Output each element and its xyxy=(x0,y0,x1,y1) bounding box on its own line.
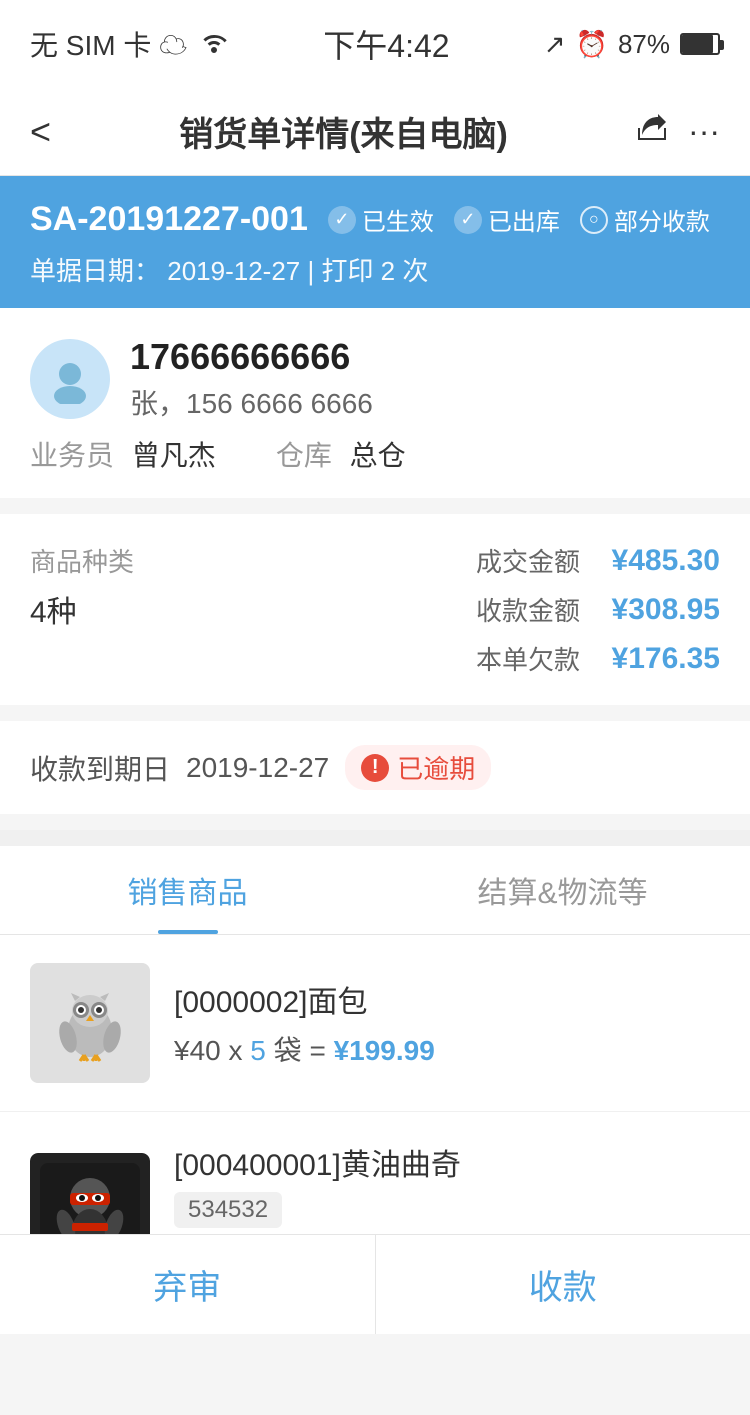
due-section: 收款到期日 2019-12-27 ! 已逾期 xyxy=(0,721,750,814)
product-name-2: [000400001]黄油曲奇 xyxy=(174,1140,720,1184)
badge-activated: ✓ 已生效 xyxy=(328,202,434,237)
overdue-icon: ! xyxy=(361,754,389,782)
order-meta: 单据日期： 2019-12-27 | 打印 2 次 xyxy=(30,251,720,288)
status-bar: 无 SIM 卡 ☁ 下午4:42 ↗ ⏰ 87% xyxy=(0,0,750,88)
product-thumbnail-1 xyxy=(30,963,150,1083)
clock-icon: ○ xyxy=(580,206,608,234)
due-date: 2019-12-27 xyxy=(186,752,329,784)
collect-payment-button[interactable]: 收款 xyxy=(376,1235,750,1334)
nav-actions: ··· xyxy=(636,112,720,152)
list-item: [0000002]面包 ¥40 x 5 袋 = ¥199.99 xyxy=(0,935,750,1112)
sales-detail: 业务员 曾凡杰 xyxy=(30,434,216,474)
sim-status: 无 SIM 卡 ☁ xyxy=(30,24,187,64)
gray-divider xyxy=(0,830,750,846)
due-label: 收款到期日 xyxy=(30,748,170,788)
summary-section: 商品种类 4种 成交金额 ¥485.30 收款金额 ¥308.95 本单欠款 ¥… xyxy=(0,514,750,705)
warehouse-name: 总仓 xyxy=(350,440,406,471)
warehouse-detail: 仓库 总仓 xyxy=(276,434,406,474)
warehouse-label: 仓库 xyxy=(276,440,332,471)
product-name-1: [0000002]面包 xyxy=(174,977,720,1021)
owl-product-image xyxy=(30,963,150,1083)
badge-partial-payment: ○ 部分收款 xyxy=(580,202,710,237)
received-label: 收款金额 xyxy=(476,591,580,628)
overdue-text: 已逾期 xyxy=(397,749,475,786)
summary-right: 成交金额 ¥485.30 收款金额 ¥308.95 本单欠款 ¥176.35 xyxy=(476,542,720,677)
overdue-badge: ! 已逾期 xyxy=(345,745,491,790)
customer-section: 17666666666 张，156 6666 6666 业务员 曾凡杰 仓库 总… xyxy=(0,308,750,498)
customer-phone-number: 17666666666 xyxy=(130,336,373,378)
amount-row-total: 成交金额 ¥485.30 xyxy=(476,542,720,579)
wifi-icon xyxy=(199,28,229,60)
sales-label: 业务员 xyxy=(30,440,114,471)
sales-name: 曾凡杰 xyxy=(132,440,216,471)
cancel-review-button[interactable]: 弃审 xyxy=(0,1235,376,1334)
customer-top: 17666666666 张，156 6666 6666 xyxy=(30,336,720,422)
balance-label: 本单欠款 xyxy=(476,640,580,677)
check-icon-1: ✓ xyxy=(328,206,356,234)
badge-shipped: ✓ 已出库 xyxy=(454,202,560,237)
tabs-section: 销售商品 结算&物流等 xyxy=(0,846,750,935)
product-total-1: ¥199.99 xyxy=(334,1035,435,1066)
amount-row-received: 收款金额 ¥308.95 xyxy=(476,591,720,628)
received-value: ¥308.95 xyxy=(600,593,720,627)
category-label: 商品种类 xyxy=(30,542,134,579)
back-button[interactable]: < xyxy=(30,111,51,153)
check-icon-2: ✓ xyxy=(454,206,482,234)
product-unit-1: 袋 xyxy=(274,1035,302,1066)
order-date: 2019-12-27 xyxy=(167,256,300,286)
customer-name-phone: 张，156 6666 6666 xyxy=(130,382,373,422)
status-right: ↗ ⏰ 87% xyxy=(544,29,720,60)
order-header-top: SA-20191227-001 ✓ 已生效 ✓ 已出库 ○ 部分收款 xyxy=(30,200,720,239)
summary-left: 商品种类 4种 xyxy=(30,542,134,631)
battery-icon xyxy=(680,33,720,55)
print-info: | 打印 2 次 xyxy=(307,256,428,286)
product-info-1: [0000002]面包 ¥40 x 5 袋 = ¥199.99 xyxy=(174,977,720,1069)
customer-detail: 业务员 曾凡杰 仓库 总仓 xyxy=(30,434,720,474)
balance-value: ¥176.35 xyxy=(600,642,720,676)
battery-level: 87% xyxy=(618,29,670,60)
alarm-icon: ⏰ xyxy=(576,29,608,60)
product-unit-price-1: ¥40 xyxy=(174,1035,221,1066)
amount-label: 成交金额 xyxy=(476,542,580,579)
status-left: 无 SIM 卡 ☁ xyxy=(30,24,229,64)
customer-avatar xyxy=(30,339,110,419)
tab-sales-products[interactable]: 销售商品 xyxy=(0,846,375,934)
product-price-1: ¥40 x 5 袋 = ¥199.99 xyxy=(174,1029,720,1069)
bottom-bar: 弃审 收款 xyxy=(0,1234,750,1334)
tab-underline xyxy=(158,930,218,934)
more-button[interactable]: ··· xyxy=(688,113,720,150)
order-meta-label: 单据日期： xyxy=(30,256,160,286)
order-header: SA-20191227-001 ✓ 已生效 ✓ 已出库 ○ 部分收款 单据日期：… xyxy=(0,176,750,308)
nav-bar: < 销货单详情(来自电脑) ··· xyxy=(0,88,750,176)
order-id: SA-20191227-001 xyxy=(30,200,308,239)
amount-value: ¥485.30 xyxy=(600,544,720,578)
tab-settlement[interactable]: 结算&物流等 xyxy=(375,846,750,934)
customer-name-block: 17666666666 张，156 6666 6666 xyxy=(130,336,373,422)
category-value: 4种 xyxy=(30,587,134,631)
location-icon: ↗ xyxy=(544,29,566,60)
product-qty-1: 5 xyxy=(250,1035,266,1066)
status-time: 下午4:42 xyxy=(323,21,449,67)
page-title: 销货单详情(来自电脑) xyxy=(179,107,508,156)
share-button[interactable] xyxy=(636,112,668,152)
product-batch-2: 534532 xyxy=(174,1192,282,1228)
amount-row-balance: 本单欠款 ¥176.35 xyxy=(476,640,720,677)
